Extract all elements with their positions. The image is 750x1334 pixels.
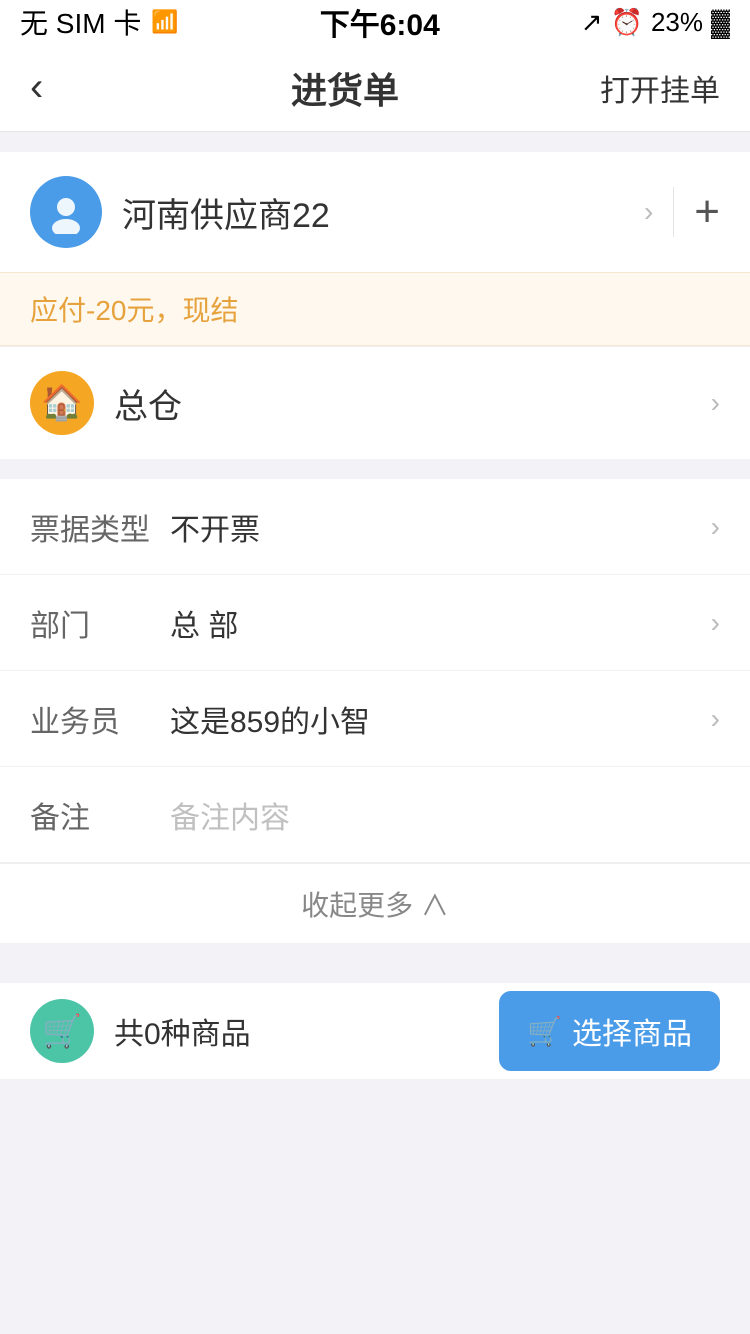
wifi-icon: 📶 (151, 9, 178, 35)
product-count-text: 共0种商品 (114, 1009, 499, 1053)
battery-icon: ▓ (711, 7, 730, 38)
product-section: 🛒 共0种商品 🛒 选择商品 (0, 983, 750, 1079)
user-avatar-icon (44, 190, 88, 234)
department-value: 总 部 (160, 601, 711, 645)
invoice-type-label: 票据类型 (30, 505, 160, 549)
product-icon-wrap: 🛒 (30, 999, 94, 1063)
warehouse-name: 总仓 (114, 379, 711, 428)
back-button[interactable]: ‹ (30, 65, 90, 110)
department-label: 部门 (30, 601, 160, 645)
page-title: 进货单 (291, 62, 399, 114)
status-left: 无 SIM 卡 📶 (20, 2, 179, 42)
remark-label: 备注 (30, 793, 160, 837)
divider-top (0, 132, 750, 152)
carrier-text: 无 SIM 卡 (20, 2, 141, 42)
select-product-icon: 🛒 (527, 1015, 562, 1048)
supplier-avatar (30, 176, 102, 248)
warehouse-icon: 🏠 (41, 383, 83, 423)
warehouse-icon-wrap: 🏠 (30, 371, 94, 435)
divider-middle (0, 943, 750, 963)
battery-text: 23% (651, 7, 703, 38)
supplier-section: 河南供应商22 › + 应付-20元，现结 🏠 总仓 › (0, 152, 750, 459)
form-row-salesperson[interactable]: 业务员 这是859的小智 › (0, 671, 750, 767)
form-row-invoice-type[interactable]: 票据类型 不开票 › (0, 479, 750, 575)
location-icon: ↗ (581, 7, 603, 38)
collapse-label: 收起更多 ∧ (301, 884, 449, 924)
warehouse-arrow-icon: › (711, 387, 720, 419)
form-row-remark[interactable]: 备注 备注内容 (0, 767, 750, 863)
form-section: 票据类型 不开票 › 部门 总 部 › 业务员 这是859的小智 › 备注 备注… (0, 479, 750, 943)
vertical-divider (673, 187, 674, 237)
supplier-arrow-icon: › (644, 196, 653, 228)
collapse-button[interactable]: 收起更多 ∧ (0, 863, 750, 943)
select-product-button[interactable]: 🛒 选择商品 (499, 991, 720, 1071)
salesperson-value: 这是859的小智 (160, 697, 711, 741)
form-row-department[interactable]: 部门 总 部 › (0, 575, 750, 671)
status-right: ↗ ⏰ 23% ▓ (581, 7, 730, 38)
status-bar: 无 SIM 卡 📶 下午6:04 ↗ ⏰ 23% ▓ (0, 0, 750, 44)
salesperson-label: 业务员 (30, 697, 160, 741)
open-pending-button[interactable]: 打开挂单 (600, 66, 720, 110)
nav-bar: ‹ 进货单 打开挂单 (0, 44, 750, 132)
select-product-label: 选择商品 (572, 1009, 692, 1053)
department-arrow: › (711, 607, 720, 639)
invoice-type-value: 不开票 (160, 505, 711, 549)
add-button[interactable]: + (694, 190, 720, 234)
supplier-name: 河南供应商22 (122, 188, 644, 237)
remark-input[interactable]: 备注内容 (160, 793, 720, 837)
notice-banner: 应付-20元，现结 (0, 272, 750, 346)
status-time: 下午6:04 (320, 0, 440, 44)
invoice-type-arrow: › (711, 511, 720, 543)
warehouse-row[interactable]: 🏠 总仓 › (0, 346, 750, 459)
salesperson-arrow: › (711, 703, 720, 735)
back-icon: ‹ (30, 65, 43, 109)
alarm-icon: ⏰ (611, 7, 643, 38)
product-icon: 🛒 (42, 1012, 82, 1050)
supplier-row[interactable]: 河南供应商22 › + (0, 152, 750, 272)
